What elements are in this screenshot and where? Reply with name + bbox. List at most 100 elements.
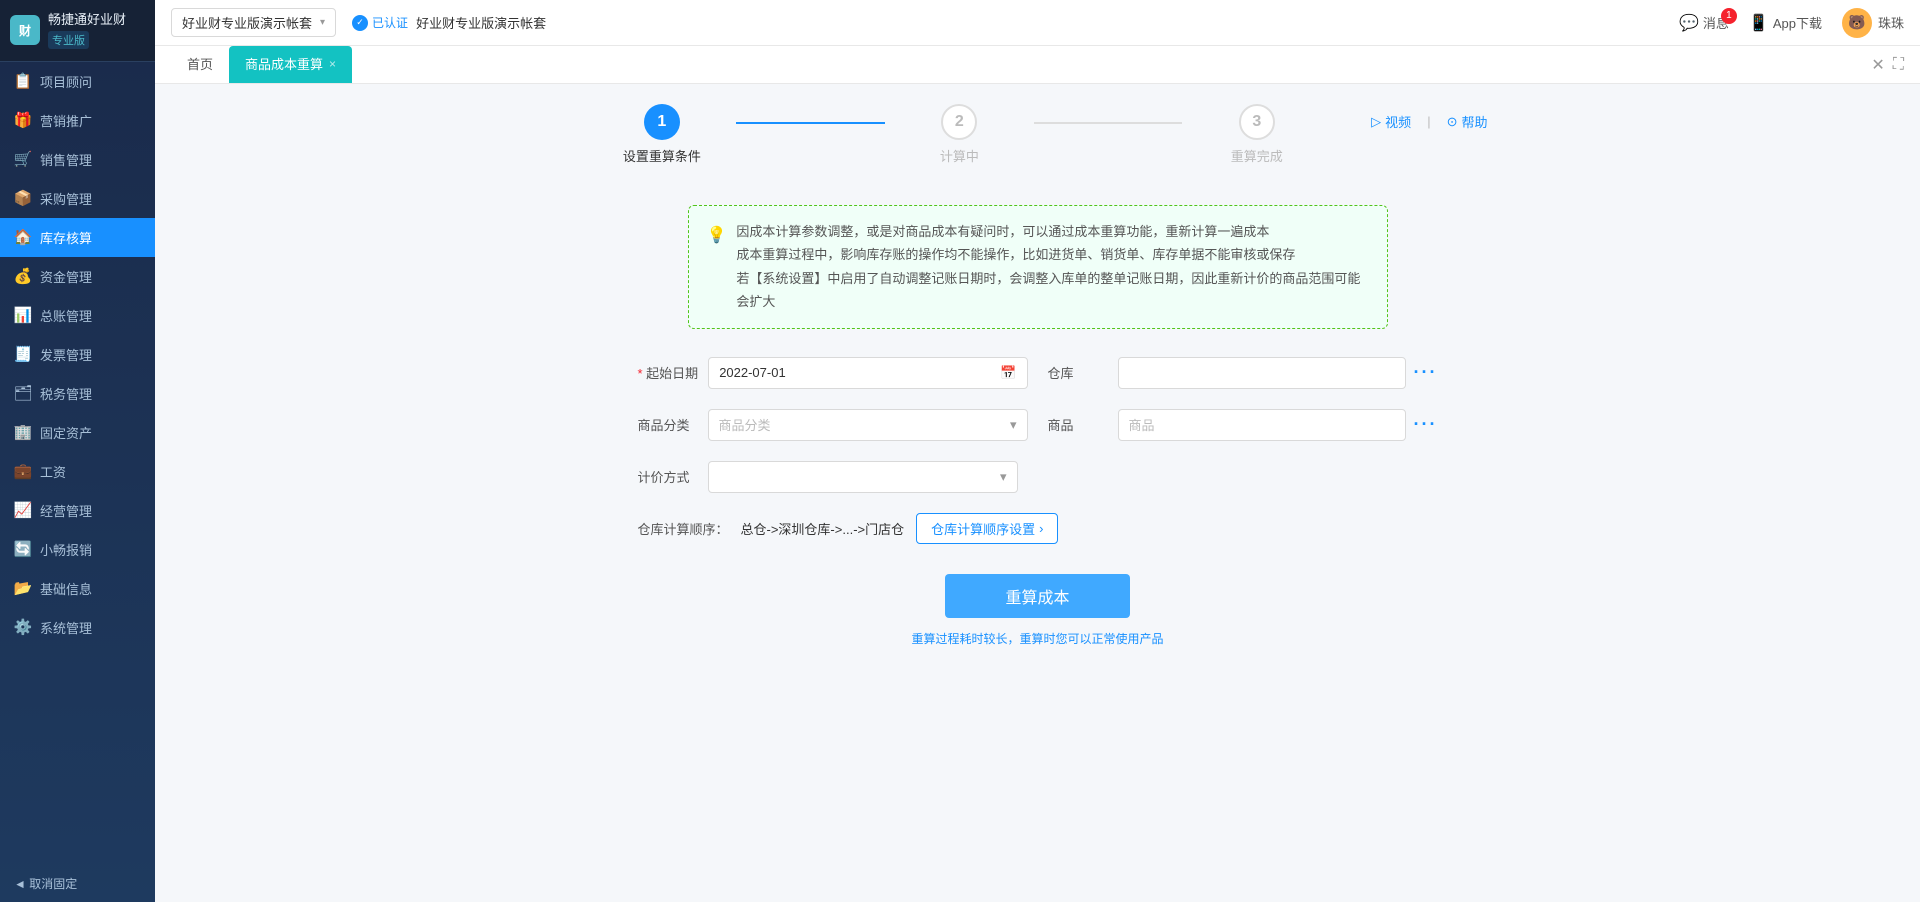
tax-icon: 🗂 [14,384,32,402]
inventory-icon: 🏠 [14,228,32,246]
sidebar-label-purchase: 采购管理 [40,189,92,208]
sidebar-item-accounting[interactable]: 📊总账管理 [0,296,155,335]
info-line-1: 因成本计算参数调整，或是对商品成本有疑问时，可以通过成本重算功能，重新计算一遍成… [736,220,1368,243]
assets-icon: 🏢 [14,423,32,441]
sidebar-label-finance: 资金管理 [40,267,92,286]
goods-input[interactable]: 商品 [1118,409,1406,441]
topbar-right: 💬 消息 1 📱 App下载 🐻 珠珠 [1679,8,1904,38]
tab-close-icon[interactable]: × [329,57,336,71]
step-line-2 [1034,122,1183,124]
sidebar-label-project: 项目顾问 [40,72,92,91]
basic-icon: 📂 [14,579,32,597]
pricing-chevron-icon: ▾ [1000,469,1007,485]
account-selector[interactable]: 好业财专业版演示帐套 ▾ [171,8,336,37]
info-box: 💡 因成本计算参数调整，或是对商品成本有疑问时，可以通过成本重算功能，重新计算一… [688,205,1388,329]
form-row-3: 计价方式 ▾ [638,461,1438,493]
tabbar: 首页 商品成本重算 × ✕ ⛶ [155,46,1920,84]
system-icon: ⚙️ [14,618,32,636]
operations-icon: 📈 [14,501,32,519]
account-selector-label: 好业财专业版演示帐套 [182,13,312,32]
verified-icon: ✓ [352,15,368,31]
content-area: 1 设置重算条件 2 计算中 3 重算完成 [155,84,1920,902]
sidebar-label-operations: 经营管理 [40,501,92,520]
app-download-btn[interactable]: 📱 App下载 [1749,13,1822,33]
logo-name: 畅捷通好业财 [48,12,126,29]
warehouse-input[interactable] [1118,357,1406,389]
warehouse-order-btn[interactable]: 仓库计算顺序设置 › [916,513,1058,544]
start-date-field: 起始日期 2022-07-01 📅 [638,357,1028,389]
step-3-label: 重算完成 [1231,146,1283,165]
sidebar-item-invoice[interactable]: 🧾发票管理 [0,335,155,374]
warehouse-order-value: 总仓->深圳仓库->...->门店仓 [741,519,905,538]
sidebar-item-inventory[interactable]: 🏠 库存核算 [0,218,155,257]
sidebar-label-assets: 固定资产 [40,423,92,442]
sidebar-label-accounting: 总账管理 [40,306,92,325]
avatar: 🐻 [1842,8,1872,38]
expand-icon[interactable]: ⛶ [1893,56,1904,74]
video-help-btn[interactable]: ▷ 视频 [1371,112,1411,131]
goods-placeholder: 商品 [1129,415,1155,434]
sidebar-label-payroll: 工资 [40,462,66,481]
tab-home[interactable]: 首页 [171,46,229,83]
help-btn[interactable]: ⊙ 帮助 [1447,112,1488,131]
step-3-circle: 3 [1239,104,1275,140]
logo-edition: 专业版 [48,31,89,49]
sidebar-item-finance[interactable]: 💰 资金管理 [0,257,155,296]
step-2-label: 计算中 [940,146,979,165]
pricing-field: 计价方式 ▾ [638,461,1018,493]
goods-label: 商品 [1048,415,1108,434]
marketing-icon: 🎁 [14,111,32,129]
tab-recalc[interactable]: 商品成本重算 × [229,46,352,83]
start-date-label: 起始日期 [638,363,699,382]
message-btn[interactable]: 💬 消息 1 [1679,13,1729,33]
tabbar-actions: ✕ ⛶ [1871,46,1904,83]
purchase-icon: 📦 [14,189,32,207]
recalc-btn[interactable]: 重算成本 [945,574,1129,618]
sidebar-item-assets[interactable]: 🏢 固定资产 [0,413,155,452]
tab-recalc-label: 商品成本重算 [245,54,323,73]
pricing-label: 计价方式 [638,467,698,486]
tab-home-label: 首页 [187,54,213,73]
goods-field: 商品 商品 ··· [1048,409,1438,441]
pricing-select[interactable]: ▾ [708,461,1018,493]
sidebar-label-system: 系统管理 [40,618,92,637]
step-2-circle: 2 [941,104,977,140]
sidebar-label-expense: 小畅报销 [40,540,92,559]
sidebar-item-expense[interactable]: 🔄 小畅报销 [0,530,155,569]
sidebar-item-tax[interactable]: 🗂税务管理 [0,374,155,413]
sidebar-item-sales[interactable]: 🛒销售管理 [0,140,155,179]
sidebar-item-purchase[interactable]: 📦 采购管理 [0,179,155,218]
step-1-label: 设置重算条件 [623,146,701,165]
sidebar-item-marketing[interactable]: 🎁营销推广 [0,101,155,140]
info-icon: 💡 [707,222,727,314]
category-field: 商品分类 商品分类 ▾ [638,409,1028,441]
warehouse-order-label: 仓库计算顺序： [638,519,729,538]
info-line-2: 成本重算过程中，影响库存账的操作均不能操作，比如进货单、销货单、库存单据不能审核… [736,243,1368,266]
sales-icon: 🛒 [14,150,32,168]
close-icon[interactable]: ✕ [1871,55,1884,75]
calendar-icon: 📅 [1000,365,1016,381]
sidebar-item-basic[interactable]: 📂基础信息 [0,569,155,608]
finance-icon: 💰 [14,267,32,285]
warehouse-more-btn[interactable]: ··· [1414,362,1438,383]
start-date-input[interactable]: 2022-07-01 📅 [708,357,1027,389]
warehouse-order-row: 仓库计算顺序： 总仓->深圳仓库->...->门店仓 仓库计算顺序设置 › [638,513,1438,544]
expense-icon: 🔄 [14,540,32,558]
sidebar-label-inventory: 库存核算 [40,228,92,247]
step-1-circle: 1 [644,104,680,140]
warehouse-field: 仓库 ··· [1048,357,1438,389]
project-icon: 📋 [14,72,32,90]
payroll-icon: 💼 [14,462,32,480]
sidebar-item-payroll[interactable]: 💼 工资 [0,452,155,491]
warehouse-order-btn-label: 仓库计算顺序设置 [931,519,1035,538]
sidebar-item-operations[interactable]: 📈 经营管理 [0,491,155,530]
goods-more-btn[interactable]: ··· [1414,414,1438,435]
sidebar-item-project[interactable]: 📋 项目顾问 [0,62,155,101]
verified-label: 已认证 [372,14,408,31]
sidebar-item-system[interactable]: ⚙️ 系统管理 [0,608,155,647]
sidebar-unpin[interactable]: ◄ 取消固定 [0,865,155,902]
topbar: 好业财专业版演示帐套 ▾ ✓ 已认证 好业财专业版演示帐套 💬 消息 1 📱 A… [155,0,1920,46]
user-profile-btn[interactable]: 🐻 珠珠 [1842,8,1904,38]
category-select[interactable]: 商品分类 ▾ [708,409,1028,441]
main-area: 好业财专业版演示帐套 ▾ ✓ 已认证 好业财专业版演示帐套 💬 消息 1 📱 A… [155,0,1920,902]
